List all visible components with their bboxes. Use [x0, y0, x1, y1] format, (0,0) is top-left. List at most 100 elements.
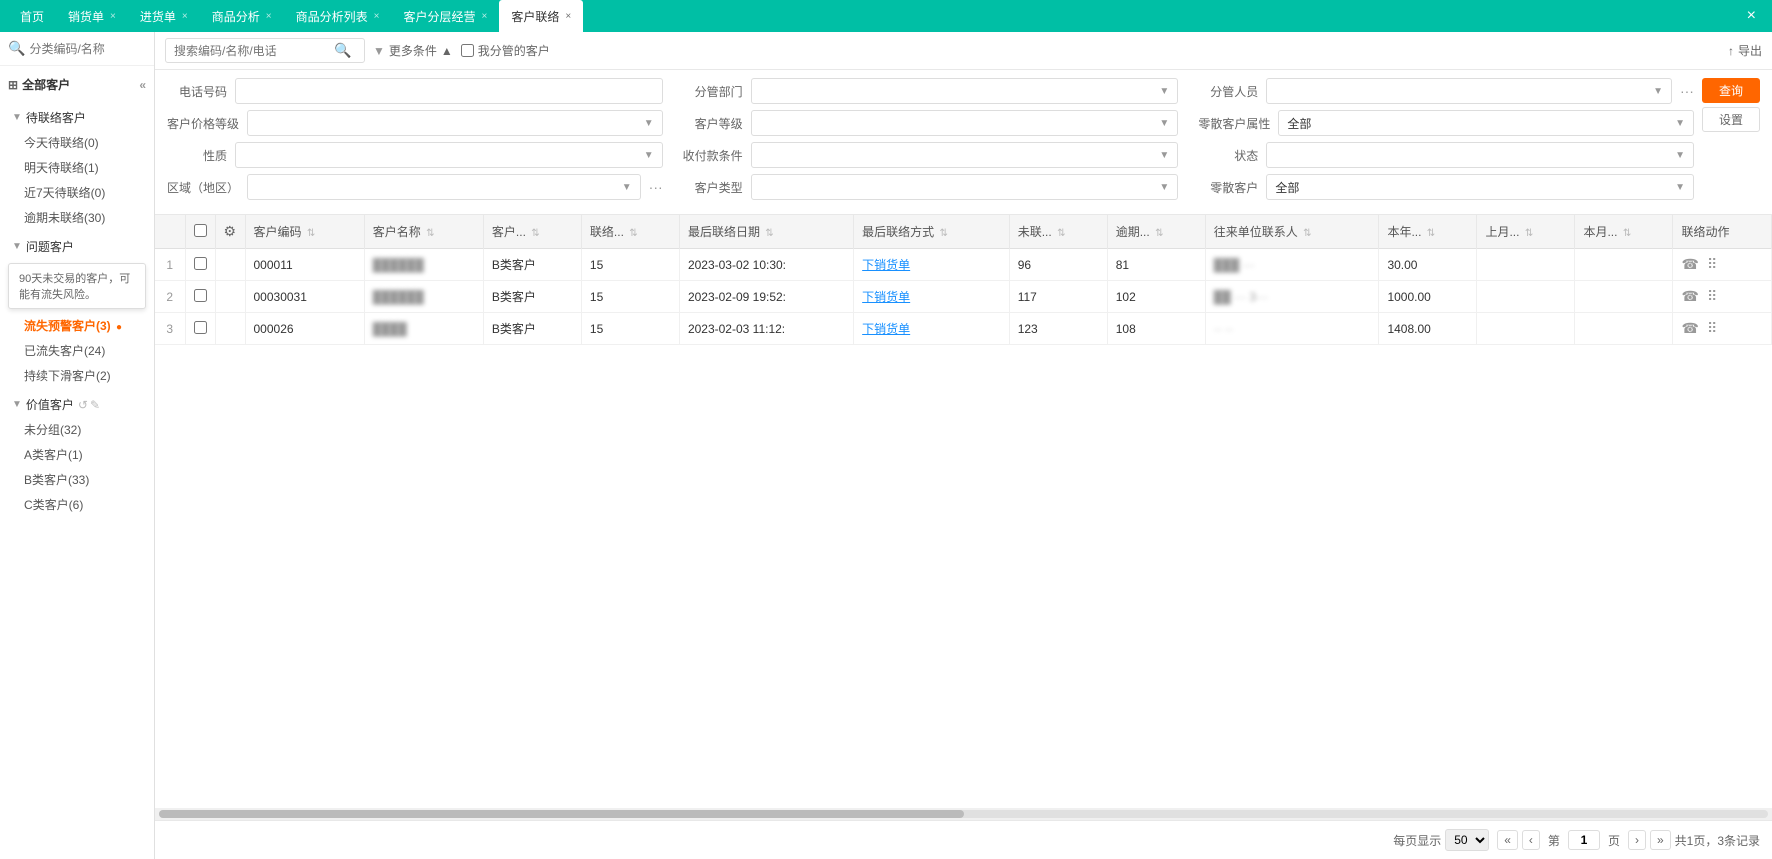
manager-dots[interactable]: ··· — [1680, 83, 1694, 99]
arrow-icon-2: ▼ — [12, 241, 22, 252]
row-3-last-type-link[interactable]: 下销货单 — [862, 322, 910, 336]
tab-customer-tier[interactable]: 客户分层经营 × — [391, 0, 499, 32]
price-grade-select[interactable]: ▼ — [247, 110, 663, 136]
filter-retail-customer: 零散客户 全部 ▼ — [1198, 174, 1694, 200]
refresh-icon[interactable]: ↺ — [78, 398, 88, 412]
horizontal-scrollbar[interactable] — [155, 808, 1772, 820]
sidebar-item-overdue-pending[interactable]: 逾期未联络(30) — [0, 205, 154, 230]
scrollbar-thumb[interactable] — [159, 810, 964, 818]
price-grade-arrow: ▼ — [644, 118, 654, 129]
sidebar-item-class-b[interactable]: B类客户(33) — [0, 467, 154, 492]
filter-up-icon: ▲ — [441, 44, 453, 58]
row-3-phone-icon[interactable]: ☎ — [1681, 320, 1698, 337]
per-page-wrapper: 每页显示 50 — [1393, 829, 1489, 851]
filter-icon: ▼ — [373, 44, 385, 58]
region-select[interactable]: ▼ — [247, 174, 641, 200]
main-search-icon[interactable]: 🔍 — [334, 42, 351, 59]
row-2-this-month — [1575, 281, 1673, 313]
sidebar-item-class-c[interactable]: C类客户(6) — [0, 492, 154, 517]
row-1-last-type[interactable]: 下销货单 — [854, 249, 1010, 281]
dept-select[interactable]: ▼ — [751, 78, 1179, 104]
tab-customer-contact-close[interactable]: × — [565, 11, 571, 22]
retail-attr-select[interactable]: 全部 ▼ — [1278, 110, 1694, 136]
main-layout: 🔍 ⊞ 全部客户 « ▼ 待联络客户 今天待联络(0) 明天待联络(1) 近7天… — [0, 32, 1772, 859]
first-page-button[interactable]: « — [1497, 830, 1518, 850]
tab-product-analysis-close[interactable]: × — [266, 11, 272, 22]
tab-purchase-order-close[interactable]: × — [182, 11, 188, 22]
customer-type-select[interactable]: ▼ — [751, 174, 1179, 200]
my-customers-checkbox[interactable] — [461, 44, 474, 57]
export-button[interactable]: ↑ 导出 — [1728, 42, 1762, 59]
row-2-more-icon[interactable]: ⠿ — [1707, 288, 1717, 305]
row-3-more-icon[interactable]: ⠿ — [1707, 320, 1717, 337]
sidebar-item-today-pending[interactable]: 今天待联络(0) — [0, 130, 154, 155]
region-dots[interactable]: ··· — [649, 179, 663, 195]
tab-product-analysis[interactable]: 商品分析 × — [200, 0, 284, 32]
col-code-label: 客户编码 — [254, 225, 302, 239]
query-button[interactable]: 查询 — [1702, 78, 1760, 103]
retail-customer-select[interactable]: 全部 ▼ — [1266, 174, 1694, 200]
sidebar-search-input[interactable] — [29, 42, 155, 56]
tab-product-analysis-list[interactable]: 商品分析列表 × — [284, 0, 392, 32]
sidebar-problem-header[interactable]: ▼ 问题客户 — [0, 234, 154, 259]
manager-select[interactable]: ▼ — [1266, 78, 1672, 104]
tab-sales-order[interactable]: 销货单 × — [56, 0, 128, 32]
window-close-button[interactable]: × — [1739, 7, 1764, 25]
my-customers-checkbox-label[interactable]: 我分管的客户 — [461, 42, 550, 59]
row-1-not-contacted: 96 — [1009, 249, 1107, 281]
customer-grade-select[interactable]: ▼ — [751, 110, 1179, 136]
last-page-button[interactable]: » — [1650, 830, 1671, 850]
col-type-label: 客户... — [492, 225, 526, 239]
row-2-last-type-link[interactable]: 下销货单 — [862, 290, 910, 304]
row-1-select[interactable] — [194, 257, 207, 270]
status-select[interactable]: ▼ — [1266, 142, 1694, 168]
row-2-not-contacted: 117 — [1009, 281, 1107, 313]
sidebar-item-7day-pending[interactable]: 近7天待联络(0) — [0, 180, 154, 205]
phone-label: 电话号码 — [167, 83, 227, 100]
row-1-more-icon[interactable]: ⠿ — [1707, 256, 1717, 273]
row-2-select[interactable] — [194, 289, 207, 302]
table-settings-button[interactable]: ⚙ — [224, 223, 237, 240]
sidebar-item-churn-warning[interactable]: 流失预警客户(3) ● — [0, 313, 154, 338]
row-2-last-type[interactable]: 下销货单 — [854, 281, 1010, 313]
tab-product-analysis-list-close[interactable]: × — [374, 11, 380, 22]
main-search-input[interactable] — [174, 44, 334, 58]
tab-purchase-order-label: 进货单 — [140, 8, 176, 25]
sidebar-item-declining[interactable]: 持续下滑客户(2) — [0, 363, 154, 388]
tab-sales-order-close[interactable]: × — [110, 11, 116, 22]
sidebar-item-class-a[interactable]: A类客户(1) — [0, 442, 154, 467]
pending-group-label: 待联络客户 — [26, 109, 86, 126]
row-1-phone-icon[interactable]: ☎ — [1681, 256, 1698, 273]
next-page-button[interactable]: › — [1628, 830, 1646, 850]
sidebar-item-churned[interactable]: 已流失客户(24) — [0, 338, 154, 363]
col-company-contacts-header: 往来单位联系人 ⇅ — [1205, 215, 1379, 249]
tab-customer-tier-close[interactable]: × — [481, 11, 487, 22]
row-1-action: ☎ ⠿ — [1673, 249, 1772, 281]
search-wrapper: 🔍 — [165, 38, 365, 63]
sidebar-pending-header[interactable]: ▼ 待联络客户 — [0, 105, 154, 130]
current-page-input[interactable] — [1568, 830, 1600, 850]
settings-button[interactable]: 设置 — [1702, 107, 1760, 132]
sidebar-item-ungrouped[interactable]: 未分组(32) — [0, 417, 154, 442]
tab-purchase-order[interactable]: 进货单 × — [128, 0, 200, 32]
col-last-month-label: 上月... — [1485, 225, 1519, 239]
sidebar-value-header[interactable]: ▼ 价值客户 ↺ ✎ — [0, 392, 154, 417]
nature-select[interactable]: ▼ — [235, 142, 663, 168]
row-3-last-type[interactable]: 下销货单 — [854, 313, 1010, 345]
select-all-checkbox[interactable] — [194, 224, 207, 237]
edit-icon[interactable]: ✎ — [90, 398, 100, 412]
more-filters-button[interactable]: ▼ 更多条件 ▲ — [373, 42, 453, 59]
row-2-phone-icon[interactable]: ☎ — [1681, 288, 1698, 305]
tab-home[interactable]: 首页 — [8, 0, 56, 32]
per-page-select[interactable]: 50 — [1445, 829, 1489, 851]
dept-dropdown-arrow: ▼ — [1159, 86, 1169, 97]
phone-input[interactable] — [235, 78, 663, 104]
row-1-last-type-link[interactable]: 下销货单 — [862, 258, 910, 272]
col-contact-header: 联络... ⇅ — [581, 215, 679, 249]
prev-page-button[interactable]: ‹ — [1522, 830, 1540, 850]
tab-customer-contact[interactable]: 客户联络 × — [499, 0, 583, 32]
payment-select[interactable]: ▼ — [751, 142, 1179, 168]
sidebar-all-customers-header[interactable]: ⊞ 全部客户 « — [0, 70, 154, 99]
row-3-select[interactable] — [194, 321, 207, 334]
sidebar-item-tomorrow-pending[interactable]: 明天待联络(1) — [0, 155, 154, 180]
